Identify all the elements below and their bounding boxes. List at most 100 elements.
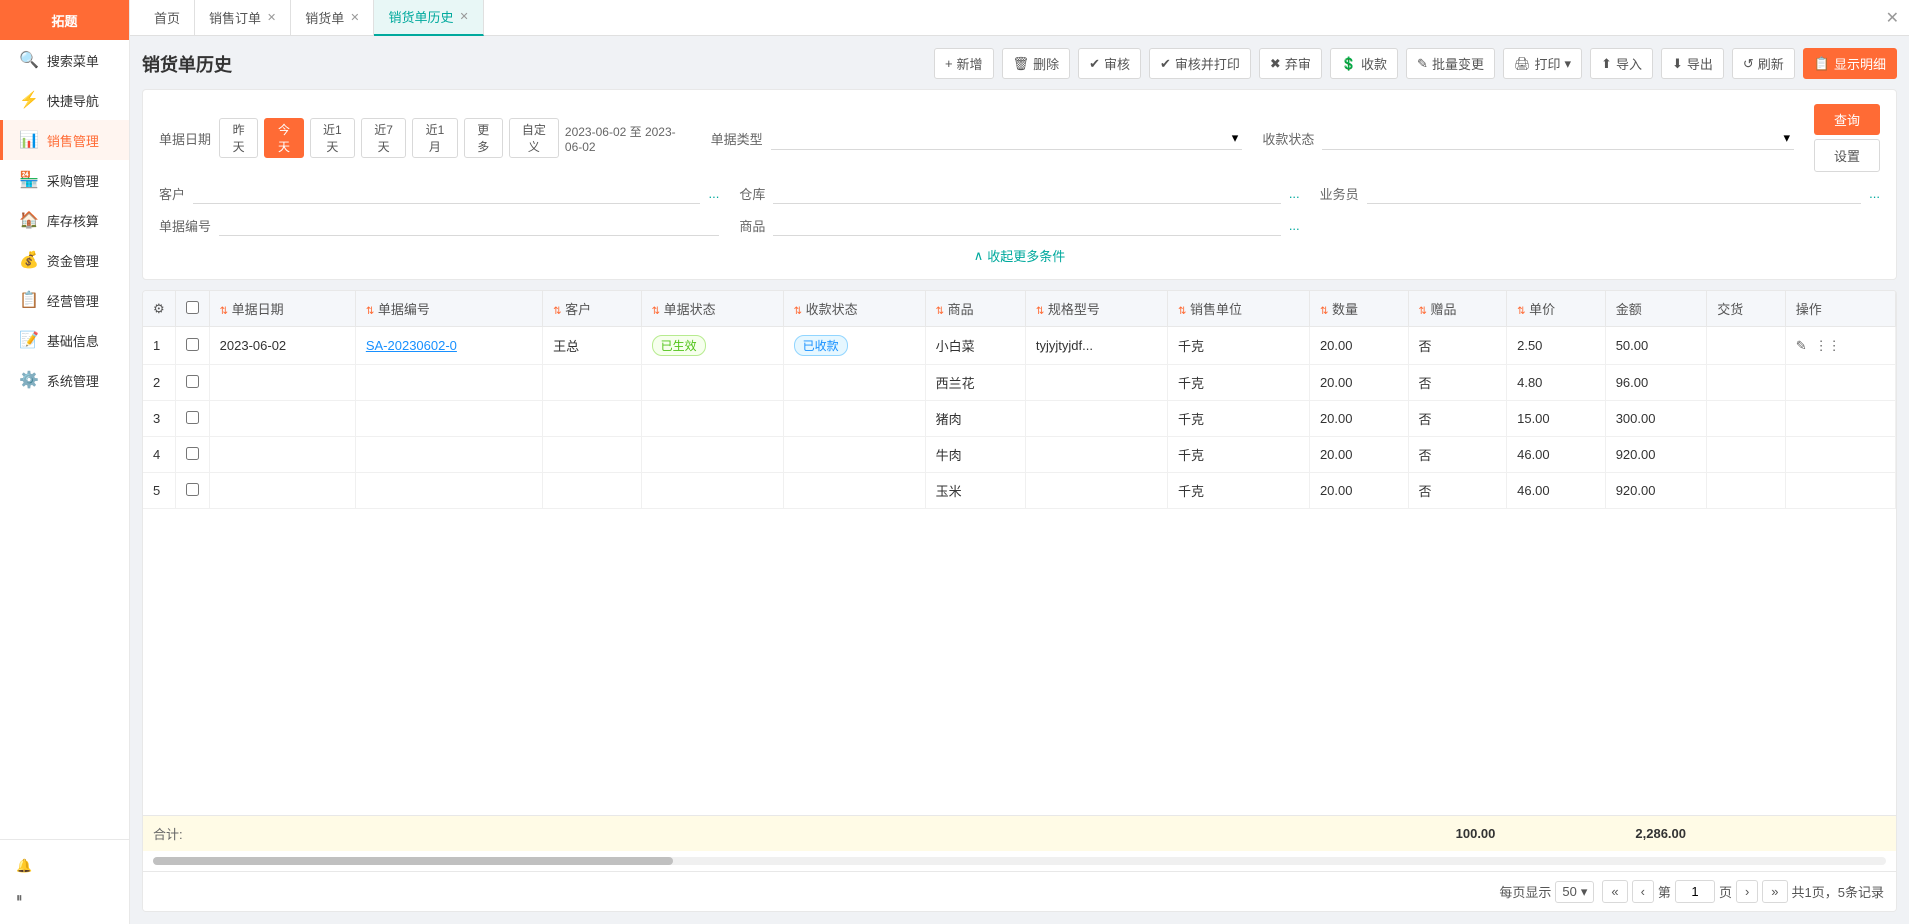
- tab-sales-order-close[interactable]: ✕: [267, 11, 276, 24]
- tab-close-all[interactable]: ✕: [1886, 8, 1899, 28]
- tab-sales-goods[interactable]: 销货单 ✕: [291, 0, 374, 36]
- sidebar-item-sales[interactable]: 📊 销售管理: [0, 120, 129, 160]
- tab-sales-history[interactable]: 销货单历史 ✕: [374, 0, 483, 36]
- checkbox-cell[interactable]: [175, 327, 209, 365]
- date-btn-1month[interactable]: 近1月: [412, 118, 457, 158]
- collapse-button[interactable]: ∧ 收起更多条件: [159, 246, 1880, 265]
- settings-col-header[interactable]: ⚙: [143, 291, 175, 327]
- doc-no-cell: [355, 473, 542, 509]
- goods-input[interactable]: [773, 214, 1280, 236]
- sidebar-item-search[interactable]: 🔍 搜索菜单: [0, 40, 129, 80]
- row-checkbox[interactable]: [186, 375, 199, 388]
- last-page-button[interactable]: »: [1762, 880, 1787, 903]
- salesperson-ellipsis[interactable]: ...: [1869, 186, 1880, 201]
- edit-icon[interactable]: ✎: [1796, 338, 1807, 354]
- row-checkbox[interactable]: [186, 338, 199, 351]
- doc-status-cell: [641, 437, 783, 473]
- date-btn-1day[interactable]: 近1天: [310, 118, 355, 158]
- goods-ellipsis[interactable]: ...: [1289, 218, 1300, 233]
- sidebar-logo: 拓题: [0, 0, 129, 40]
- tab-home[interactable]: 首页: [140, 0, 195, 36]
- settings-col-icon[interactable]: ⚙: [153, 301, 165, 316]
- customer-input[interactable]: [193, 182, 700, 204]
- doc-no-link[interactable]: SA-20230602-0: [366, 338, 457, 353]
- import-button[interactable]: ⬆ 导入: [1590, 48, 1653, 79]
- export-button[interactable]: ⬇ 导出: [1661, 48, 1724, 79]
- add-button[interactable]: + 新增: [934, 48, 994, 79]
- checkbox-cell[interactable]: [175, 473, 209, 509]
- tab-sales-order[interactable]: 销售订单 ✕: [195, 0, 291, 36]
- print-button[interactable]: 🖨 打印 ▾: [1503, 48, 1582, 79]
- more-icon[interactable]: ⋮⋮: [1815, 338, 1841, 354]
- qty-sort-icon[interactable]: ⇅: [1320, 306, 1328, 317]
- discard-button[interactable]: ✖ 弃审: [1259, 48, 1322, 79]
- sidebar-item-purchase[interactable]: 🏪 采购管理: [0, 160, 129, 200]
- checkbox-cell[interactable]: [175, 401, 209, 437]
- show-detail-button[interactable]: 📋 显示明细: [1803, 48, 1897, 79]
- row-checkbox[interactable]: [186, 483, 199, 496]
- sidebar-pause-button[interactable]: ⏸: [0, 882, 129, 914]
- unit-sort-icon[interactable]: ⇅: [1178, 306, 1186, 317]
- date-btn-more[interactable]: 更多: [464, 118, 503, 158]
- filter-salesperson: 业务员 ...: [1320, 182, 1880, 204]
- payment-sort-icon[interactable]: ⇅: [794, 306, 802, 317]
- checkbox-cell[interactable]: [175, 365, 209, 401]
- checkbox-cell[interactable]: [175, 437, 209, 473]
- type-select[interactable]: ▾: [771, 127, 1243, 150]
- price-sort-icon[interactable]: ⇅: [1517, 306, 1525, 317]
- date-sort-icon[interactable]: ⇅: [220, 306, 228, 317]
- sidebar-item-operations[interactable]: 📋 经营管理: [0, 280, 129, 320]
- row-checkbox[interactable]: [186, 411, 199, 424]
- payment-select[interactable]: ▾: [1322, 127, 1794, 150]
- doc-no-col-header: ⇅ 单据编号: [355, 291, 542, 327]
- date-btn-custom[interactable]: 自定义: [509, 118, 559, 158]
- approve-button[interactable]: ✔ 审核: [1078, 48, 1141, 79]
- spec-cell: tyjyjtyjdf...: [1025, 327, 1167, 365]
- page-number-input[interactable]: [1675, 880, 1715, 903]
- query-button[interactable]: 查询: [1814, 104, 1880, 135]
- sidebar-bell-button[interactable]: 🔔: [0, 850, 129, 882]
- refresh-button[interactable]: ↺ 刷新: [1732, 48, 1795, 79]
- warehouse-ellipsis[interactable]: ...: [1289, 186, 1300, 201]
- table-row: 1 2023-06-02 SA-20230602-0 王总 已生效 已收款 小白…: [143, 327, 1896, 365]
- next-page-button[interactable]: ›: [1736, 880, 1758, 903]
- doc-status-col-header: ⇅ 单据状态: [641, 291, 783, 327]
- date-btn-yesterday[interactable]: 昨天: [219, 118, 258, 158]
- first-page-button[interactable]: «: [1602, 880, 1627, 903]
- setting-button[interactable]: 设置: [1814, 139, 1880, 172]
- transaction-cell: [1707, 365, 1786, 401]
- sidebar-item-label: 系统管理: [47, 371, 99, 390]
- batch-change-button[interactable]: ✎ 批量变更: [1406, 48, 1495, 79]
- page-size-box[interactable]: 50 ▾: [1555, 881, 1594, 903]
- row-checkbox[interactable]: [186, 447, 199, 460]
- filter-customer: 客户 ...: [159, 182, 719, 204]
- warehouse-input[interactable]: [773, 182, 1280, 204]
- tab-sales-goods-close[interactable]: ✕: [350, 11, 359, 24]
- customer-ellipsis[interactable]: ...: [708, 186, 719, 201]
- table-container[interactable]: ⚙ ⇅ 单据日期 ⇅ 单据编号 ⇅ 客户 ⇅ 单据状态 ⇅ 收款状态 ⇅ 商品: [143, 291, 1896, 815]
- sidebar-item-quick-nav[interactable]: ⚡ 快捷导航: [0, 80, 129, 120]
- sidebar-item-inventory[interactable]: 🏠 库存核算: [0, 200, 129, 240]
- sidebar-item-finance[interactable]: 💰 资金管理: [0, 240, 129, 280]
- doc-no-input[interactable]: [219, 214, 719, 236]
- date-btn-today[interactable]: 今天: [264, 118, 303, 158]
- horizontal-scrollbar[interactable]: [143, 851, 1896, 871]
- sidebar-item-system[interactable]: ⚙️ 系统管理: [0, 360, 129, 400]
- tab-sales-history-close[interactable]: ✕: [460, 10, 469, 23]
- goods-sort-icon[interactable]: ⇅: [936, 306, 944, 317]
- doc-status-sort-icon[interactable]: ⇅: [652, 306, 660, 317]
- date-btn-7days[interactable]: 近7天: [361, 118, 406, 158]
- approve-print-button[interactable]: ✔ 审核并打印: [1149, 48, 1251, 79]
- delete-button[interactable]: 🗑 删除: [1002, 48, 1071, 79]
- select-all-checkbox[interactable]: [186, 301, 199, 314]
- gift-sort-icon[interactable]: ⇅: [1419, 306, 1427, 317]
- sidebar-item-base-info[interactable]: 📝 基础信息: [0, 320, 129, 360]
- salesperson-input[interactable]: [1367, 182, 1861, 204]
- collect-button[interactable]: 💲 收款: [1330, 48, 1398, 79]
- date-col-header: ⇅ 单据日期: [209, 291, 355, 327]
- checkbox-col-header[interactable]: [175, 291, 209, 327]
- spec-sort-icon[interactable]: ⇅: [1036, 306, 1044, 317]
- prev-page-button[interactable]: ‹: [1632, 880, 1654, 903]
- customer-sort-icon[interactable]: ⇅: [553, 306, 561, 317]
- doc-no-sort-icon[interactable]: ⇅: [366, 306, 374, 317]
